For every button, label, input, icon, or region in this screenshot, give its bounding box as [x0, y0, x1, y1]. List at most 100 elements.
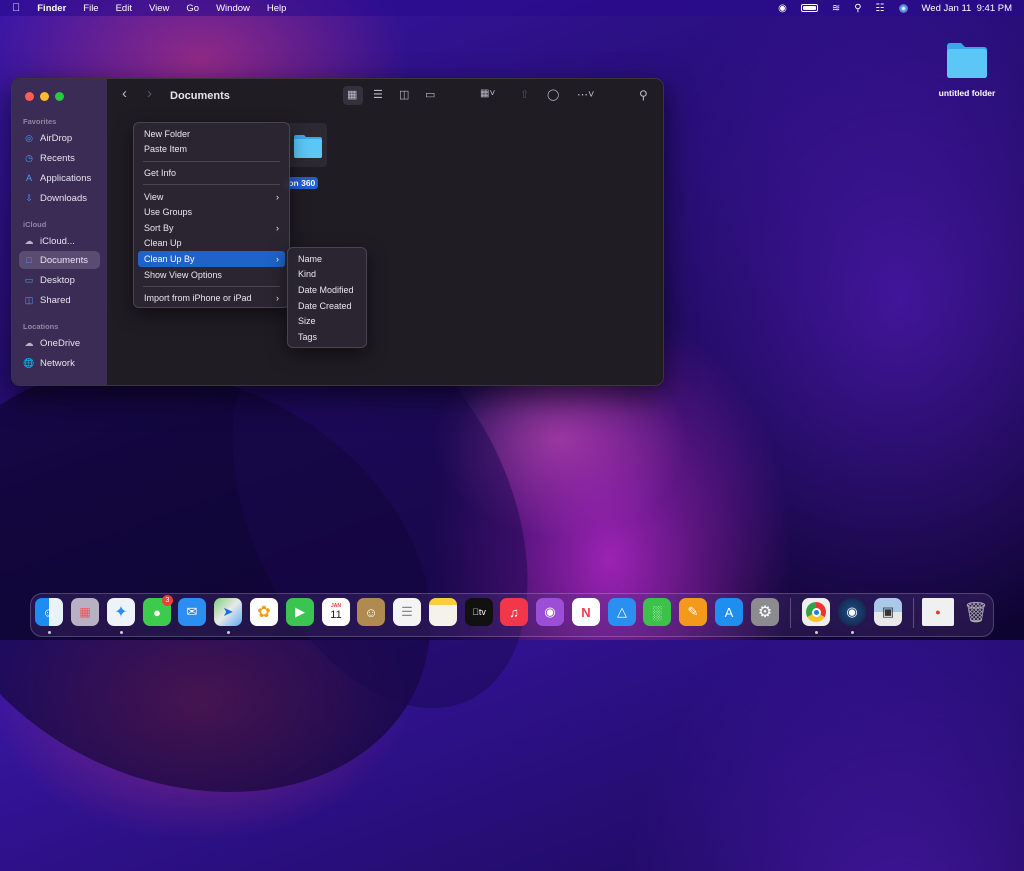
menu-item-clean-up-by[interactable]: Clean Up By › [138, 251, 285, 267]
desktop-folder-label[interactable]: untitled folder [930, 88, 1004, 98]
clean-up-by-submenu: Name Kind Date Modified Date Created Siz… [287, 247, 367, 348]
dock-system-preferences-icon[interactable]: ⚙ [751, 598, 779, 626]
sidebar-item-recents[interactable]: ◷ Recents [19, 149, 100, 167]
close-button[interactable] [25, 92, 34, 101]
folder-icon [294, 135, 322, 158]
sidebar-item-desktop[interactable]: ▭ Desktop [19, 271, 100, 289]
control-center-icon[interactable]: ☷ [876, 3, 885, 14]
menu-go[interactable]: Go [186, 3, 199, 14]
screen-recording-icon[interactable]: ◉ [778, 3, 787, 14]
dock-maps-icon[interactable]: ➤ [214, 598, 242, 626]
dock-launchpad-icon[interactable]: ▦ [71, 598, 99, 626]
list-view-icon[interactable]: ☰ [373, 88, 383, 101]
battery-icon[interactable] [800, 4, 818, 12]
dock-separator [913, 598, 914, 628]
submenu-arrow-icon: › [276, 293, 279, 304]
sidebar-item-onedrive[interactable]: ☁ OneDrive [19, 334, 100, 352]
menu-file[interactable]: File [83, 3, 98, 14]
submenu-item-date-modified[interactable]: Date Modified [292, 282, 362, 298]
submenu-arrow-icon: › [276, 253, 279, 264]
menu-view[interactable]: View [149, 3, 169, 14]
menu-item-show-view-options[interactable]: Show View Options [138, 267, 285, 283]
more-actions-icon[interactable]: ⋯˅ [577, 88, 594, 101]
menu-item-import-from-iphone[interactable]: Import from iPhone or iPad › [138, 290, 285, 306]
back-chevron-icon[interactable]: ‹ [122, 85, 127, 102]
clock[interactable]: Wed Jan 11 9:41 PM [922, 3, 1012, 14]
document-icon: □ [26, 255, 32, 265]
dock-podcasts-icon[interactable]: ◉ [536, 598, 564, 626]
dock-tv-icon[interactable]: tv [465, 598, 493, 626]
context-menu: New Folder Paste Item Get Info View › Use… [133, 122, 290, 308]
dock-safari-icon[interactable]: ✦ [107, 598, 135, 626]
dock-trash-icon[interactable]: 🗑 [962, 598, 990, 626]
dock-steam-icon[interactable]: ◉ [838, 598, 866, 626]
wifi-icon[interactable]: ≋ [832, 3, 840, 14]
sidebar-item-airdrop[interactable]: ◎ AirDrop [19, 129, 100, 147]
dock-chrome-icon[interactable] [802, 598, 830, 626]
submenu-item-date-created[interactable]: Date Created [292, 298, 362, 314]
sidebar-item-shared[interactable]: ◫ Shared [19, 291, 100, 309]
tag-icon[interactable]: ◯ [547, 88, 559, 101]
window-title: Documents [170, 90, 230, 102]
cloud-icon: ☁ [24, 337, 34, 348]
dock-finder-icon[interactable]: ☺ [35, 598, 63, 626]
running-indicator [48, 631, 51, 634]
menu-item-get-info[interactable]: Get Info [138, 165, 285, 181]
menu-item-view[interactable]: View › [138, 189, 285, 205]
column-view-icon[interactable]: ◫ [399, 88, 409, 101]
zoom-button[interactable] [55, 92, 64, 101]
clock-icon: ◷ [25, 152, 33, 163]
dock-app-store-icon[interactable]: A [715, 598, 743, 626]
group-by-icon[interactable]: ▦˅ [480, 88, 495, 99]
menu-item-use-groups[interactable]: Use Groups [138, 204, 285, 220]
finder-sidebar: Favorites ◎ AirDrop ◷ Recents A Application… [12, 79, 107, 385]
dock-pages-icon[interactable]: ✎ [679, 598, 707, 626]
menu-help[interactable]: Help [267, 3, 287, 14]
dock-facetime-icon[interactable]: ▶ [286, 598, 314, 626]
finder-toolbar: ‹ › Documents ▦ ☰ ◫ ▭ ▦˅ ⇧ ◯ ⋯˅ ⚲ [107, 79, 663, 113]
sidebar-item-icloud-drive[interactable]: ☁ iCloud... [19, 232, 100, 250]
running-indicator [227, 631, 230, 634]
siri-icon[interactable] [898, 3, 908, 13]
dock-news-icon[interactable]: N [572, 598, 600, 626]
menu-window[interactable]: Window [216, 3, 250, 14]
spotlight-search-icon[interactable]: ⚲ [854, 3, 861, 14]
minimize-button[interactable] [40, 92, 49, 101]
dock-numbers-icon[interactable]: ░ [643, 598, 671, 626]
menu-edit[interactable]: Edit [116, 3, 132, 14]
submenu-item-name[interactable]: Name [292, 251, 362, 267]
running-indicator [851, 631, 854, 634]
dock-notes-icon[interactable] [429, 598, 457, 626]
messages-badge: 3 [162, 595, 173, 606]
dock-music-icon[interactable]: ♫ [500, 598, 528, 626]
dock-mail-icon[interactable]: ✉ [178, 598, 206, 626]
dock-preview-icon[interactable]: ▣ [874, 598, 902, 626]
gallery-view-icon[interactable]: ▭ [425, 88, 435, 101]
share-icon[interactable]: ⇧ [520, 88, 529, 101]
dock-contacts-icon[interactable]: ☺ [357, 598, 385, 626]
submenu-item-kind[interactable]: Kind [292, 267, 362, 283]
icon-view-icon[interactable]: ▦ [347, 88, 357, 101]
menu-separator [143, 160, 280, 162]
sidebar-item-network[interactable]: 🌐 Network [19, 354, 100, 372]
dock-photos-icon[interactable]: ✿ [250, 598, 278, 626]
submenu-item-size[interactable]: Size [292, 313, 362, 329]
sidebar-item-documents[interactable]: □ Documents [19, 251, 100, 269]
menu-item-new-folder[interactable]: New Folder [138, 126, 285, 142]
sidebar-item-downloads[interactable]: ⇩ Downloads [19, 189, 100, 207]
submenu-item-tags[interactable]: Tags [292, 329, 362, 345]
sidebar-section-favorites: Favorites [23, 117, 57, 126]
forward-chevron-icon[interactable]: › [147, 85, 152, 102]
dock-chrome-document-icon[interactable]: ● [922, 598, 954, 626]
dock-keynote-icon[interactable]: △ [608, 598, 636, 626]
menu-item-sort-by[interactable]: Sort By › [138, 220, 285, 236]
menu-item-clean-up[interactable]: Clean Up [138, 236, 285, 252]
menu-item-paste-item[interactable]: Paste Item [138, 142, 285, 158]
search-icon[interactable]: ⚲ [639, 88, 648, 102]
dock-calendar-icon[interactable]: JAN 11 [322, 598, 350, 626]
dock-reminders-icon[interactable]: ☰ [393, 598, 421, 626]
desktop-folder-icon[interactable] [945, 40, 989, 80]
sidebar-item-applications[interactable]: A Applications [19, 169, 100, 187]
apple-icon[interactable]:  [12, 2, 20, 14]
menu-app-name[interactable]: Finder [37, 3, 66, 14]
